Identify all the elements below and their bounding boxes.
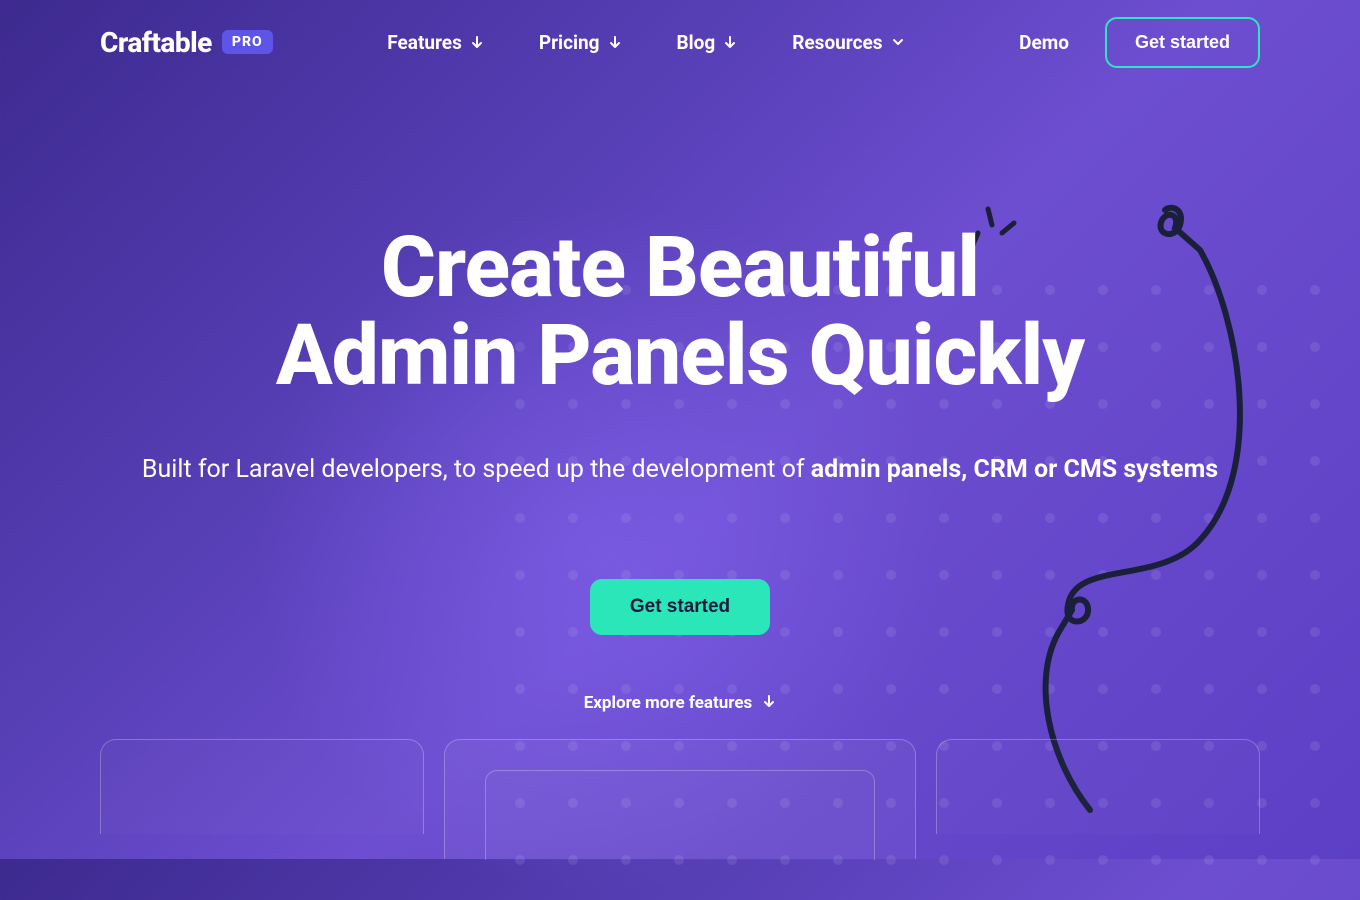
hero-title: Create Beautiful Admin Panels Quickly (0, 224, 1360, 400)
demo-link[interactable]: Demo (1019, 31, 1069, 54)
logo[interactable]: Craftable PRO (100, 26, 273, 59)
hero-title-line1: Create Beautiful (0, 224, 1360, 312)
logo-badge: PRO (222, 30, 273, 54)
nav-blog-label: Blog (677, 31, 716, 54)
arrow-down-icon (762, 693, 776, 713)
nav-blog[interactable]: Blog (677, 31, 738, 54)
arrow-down-icon (470, 31, 484, 54)
nav-resources[interactable]: Resources (792, 31, 904, 54)
hero-subtitle-prefix: Built for Laravel developers, to speed u… (142, 455, 811, 484)
nav-features-label: Features (387, 31, 462, 54)
explore-features-link[interactable]: Explore more features (0, 693, 1360, 713)
preview-cards-row (0, 739, 1360, 859)
main-nav: Features Pricing Blog R (387, 31, 904, 54)
header-actions: Demo Get started (1019, 17, 1260, 68)
preview-card-right (936, 739, 1260, 834)
chevron-down-icon (891, 31, 905, 54)
nav-pricing-label: Pricing (539, 31, 600, 54)
nav-pricing[interactable]: Pricing (539, 31, 622, 54)
arrow-down-icon (608, 31, 622, 54)
preview-card-left (100, 739, 424, 834)
logo-text: Craftable (100, 26, 212, 59)
preview-card-center (444, 739, 916, 859)
hero-subtitle: Built for Laravel developers, to speed u… (0, 455, 1360, 484)
cta-get-started-button[interactable]: Get started (590, 579, 770, 635)
hero-subtitle-strong: admin panels, CRM or CMS systems (811, 455, 1218, 484)
explore-features-label: Explore more features (584, 693, 753, 713)
hero-section: Create Beautiful Admin Panels Quickly Bu… (0, 84, 1360, 713)
nav-resources-label: Resources (792, 31, 882, 54)
hero-title-line2: Admin Panels Quickly (0, 312, 1360, 400)
nav-features[interactable]: Features (387, 31, 484, 54)
preview-card-center-inner (485, 770, 875, 860)
header: Craftable PRO Features Pricing Blog (0, 0, 1360, 84)
get-started-button[interactable]: Get started (1105, 17, 1260, 68)
arrow-down-icon (723, 31, 737, 54)
